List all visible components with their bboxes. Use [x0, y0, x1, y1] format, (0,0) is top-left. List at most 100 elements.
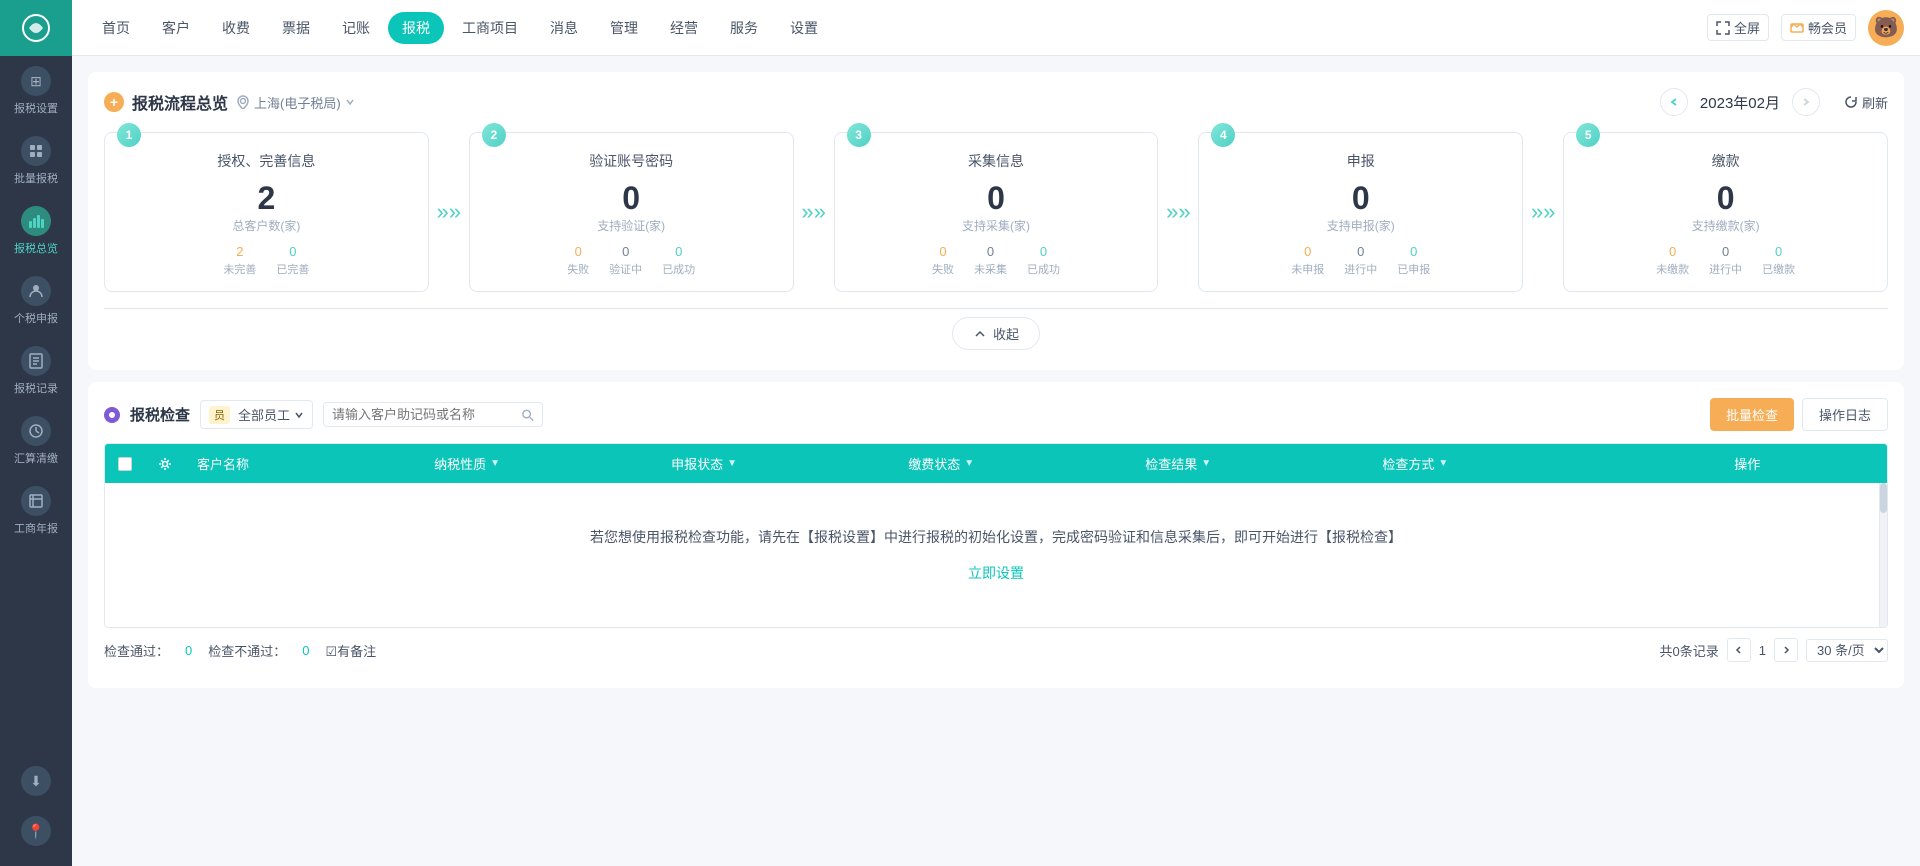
mascot-avatar[interactable]: 🐻 [1868, 10, 1904, 46]
flow-arrow-1: »» [429, 132, 469, 292]
nav-item-service[interactable]: 服务 [716, 12, 772, 44]
prev-month-button[interactable] [1660, 88, 1688, 116]
th-settings[interactable] [145, 444, 185, 483]
main-content: + 报税流程总览 上海(电子税局) 2023年02月 [72, 56, 1920, 866]
table-footer: 检查通过： 0 检查不通过： 0 ☑有备注 共0条记录 1 30 条/页 [104, 628, 1888, 672]
th-payment-status[interactable]: 缴费状态 ▼ [896, 444, 1133, 483]
nav-item-messages[interactable]: 消息 [536, 12, 592, 44]
month-navigation: 2023年02月 [1660, 88, 1820, 116]
sidebar-item-annual-report[interactable]: 工商年报 [0, 476, 72, 546]
tax-overview-icon [21, 206, 51, 236]
nav-items: 首页 客户 收费 票据 记账 报税 工商项目 消息 管理 经营 服务 设置 [88, 12, 1707, 44]
search-input[interactable] [332, 407, 521, 422]
th-check-method[interactable]: 检查方式 ▼ [1370, 444, 1607, 483]
search-input-wrap[interactable] [323, 402, 543, 427]
nav-item-clients[interactable]: 客户 [148, 12, 204, 44]
stat-undeclared-value: 0 [1304, 244, 1311, 259]
check-table: 客户名称 纳税性质 ▼ 申报状态 ▼ 缴费状态 ▼ 检查 [104, 443, 1888, 628]
employee-tag: 员 [209, 406, 230, 424]
th-declare-status[interactable]: 申报状态 ▼ [659, 444, 896, 483]
prev-page-button[interactable] [1727, 638, 1751, 662]
filter-tax-nature-icon: ▼ [490, 458, 500, 469]
nav-item-business[interactable]: 工商项目 [448, 12, 532, 44]
main-wrapper: 首页 客户 收费 票据 记账 报税 工商项目 消息 管理 经营 服务 设置 全屏… [72, 0, 1920, 866]
sidebar-item-annual-settlement[interactable]: 汇算清缴 [0, 406, 72, 476]
stat-paid-label: 已缴款 [1762, 261, 1795, 277]
stat-undeclared: 0 未申报 [1291, 244, 1324, 277]
step4-number: 0 [1215, 179, 1506, 217]
nav-item-accounting[interactable]: 记账 [328, 12, 384, 44]
nav-item-settings[interactable]: 设置 [776, 12, 832, 44]
stat-paid: 0 已缴款 [1762, 244, 1795, 277]
flow-arrow-3: »» [1158, 132, 1198, 292]
th-check-result[interactable]: 检查结果 ▼ [1133, 444, 1370, 483]
check-fail-value[interactable]: 0 [302, 643, 309, 658]
location-select[interactable]: 上海(电子税局) [236, 93, 355, 112]
vip-button[interactable]: 畅会员 [1781, 14, 1856, 41]
current-page: 1 [1759, 643, 1766, 658]
annual-settlement-icon [21, 416, 51, 446]
next-month-button[interactable] [1792, 88, 1820, 116]
topnav-right: 全屏 畅会员 🐻 [1707, 10, 1904, 46]
current-month: 2023年02月 [1700, 92, 1780, 113]
sidebar: ⊞ 报税设置 批量报税 报税总览 个税申报 报税记录 汇算清缴 工商 [0, 0, 72, 866]
nav-item-home[interactable]: 首页 [88, 12, 144, 44]
nav-item-invoices[interactable]: 票据 [268, 12, 324, 44]
setup-link[interactable]: 立即设置 [968, 565, 1024, 581]
flow-section-card: + 报税流程总览 上海(电子税局) 2023年02月 [88, 72, 1904, 370]
collapse-button[interactable]: 收起 [952, 317, 1040, 350]
employee-select[interactable]: 员 全部员工 [200, 400, 313, 429]
sidebar-item-batch-tax[interactable]: 批量报税 [0, 126, 72, 196]
app-logo[interactable] [0, 0, 72, 56]
stat-collect-failed-value: 0 [939, 244, 946, 259]
check-actions: 批量检查 操作日志 [1710, 398, 1888, 431]
stat-complete: 0 已完善 [276, 244, 309, 277]
sidebar-item-location[interactable]: 📍 [0, 806, 72, 856]
refresh-button[interactable]: 刷新 [1844, 93, 1888, 112]
check-title: 报税检查 [130, 404, 190, 425]
stat-declared: 0 已申报 [1397, 244, 1430, 277]
th-checkbox[interactable] [105, 444, 145, 483]
nav-item-fees[interactable]: 收费 [208, 12, 264, 44]
step-badge-4: 4 [1211, 123, 1235, 147]
select-all-checkbox[interactable] [118, 457, 132, 471]
per-page-select[interactable]: 30 条/页 [1806, 639, 1888, 662]
check-fail-label: 检查不通过： [208, 641, 286, 660]
tax-records-icon [21, 346, 51, 376]
th-tax-nature[interactable]: 纳税性质 ▼ [422, 444, 659, 483]
batch-check-button[interactable]: 批量检查 [1710, 398, 1794, 431]
nav-item-manage[interactable]: 管理 [596, 12, 652, 44]
collapse-row: 收起 [104, 309, 1888, 354]
flow-card-step4: 4 申报 0 支持申报(家) 0 未申报 0 进行中 [1198, 132, 1523, 292]
step2-unit: 支持验证(家) [486, 217, 777, 234]
sidebar-item-individual-tax[interactable]: 个税申报 [0, 266, 72, 336]
check-pass-value[interactable]: 0 [185, 643, 192, 658]
nav-item-operations[interactable]: 经营 [656, 12, 712, 44]
sidebar-item-tax-overview[interactable]: 报税总览 [0, 196, 72, 266]
scrollbar-thumb [1880, 483, 1887, 513]
sidebar-item-download[interactable]: ⬇ [0, 756, 72, 806]
operation-log-button[interactable]: 操作日志 [1802, 398, 1888, 431]
step3-stats: 0 失败 0 未采集 0 已成功 [851, 244, 1142, 277]
batch-tax-icon [21, 136, 51, 166]
total-records: 共0条记录 [1660, 641, 1719, 660]
sidebar-item-tax-records[interactable]: 报税记录 [0, 336, 72, 406]
fullscreen-button[interactable]: 全屏 [1707, 14, 1769, 41]
sidebar-item-tax-settings[interactable]: ⊞ 报税设置 [0, 56, 72, 126]
flow-section-header: + 报税流程总览 上海(电子税局) 2023年02月 [104, 88, 1888, 116]
step3-title: 采集信息 [851, 151, 1142, 171]
add-flow-icon[interactable]: + [104, 92, 124, 112]
location-icon: 📍 [21, 816, 51, 846]
next-page-button[interactable] [1774, 638, 1798, 662]
step-badge-1: 1 [117, 123, 141, 147]
step4-stats: 0 未申报 0 进行中 0 已申报 [1215, 244, 1506, 277]
step-badge-3: 3 [847, 123, 871, 147]
step-badge-5: 5 [1576, 123, 1600, 147]
stat-declared-label: 已申报 [1397, 261, 1430, 277]
step1-stats: 2 未完善 0 已完善 [121, 244, 412, 277]
scrollbar[interactable] [1879, 483, 1887, 627]
stat-uncollected: 0 未采集 [974, 244, 1007, 277]
stat-incomplete: 2 未完善 [223, 244, 256, 277]
flow-cards-container: 1 授权、完善信息 2 总客户数(家) 2 未完善 0 已完善 [104, 132, 1888, 292]
nav-item-tax[interactable]: 报税 [388, 12, 444, 44]
